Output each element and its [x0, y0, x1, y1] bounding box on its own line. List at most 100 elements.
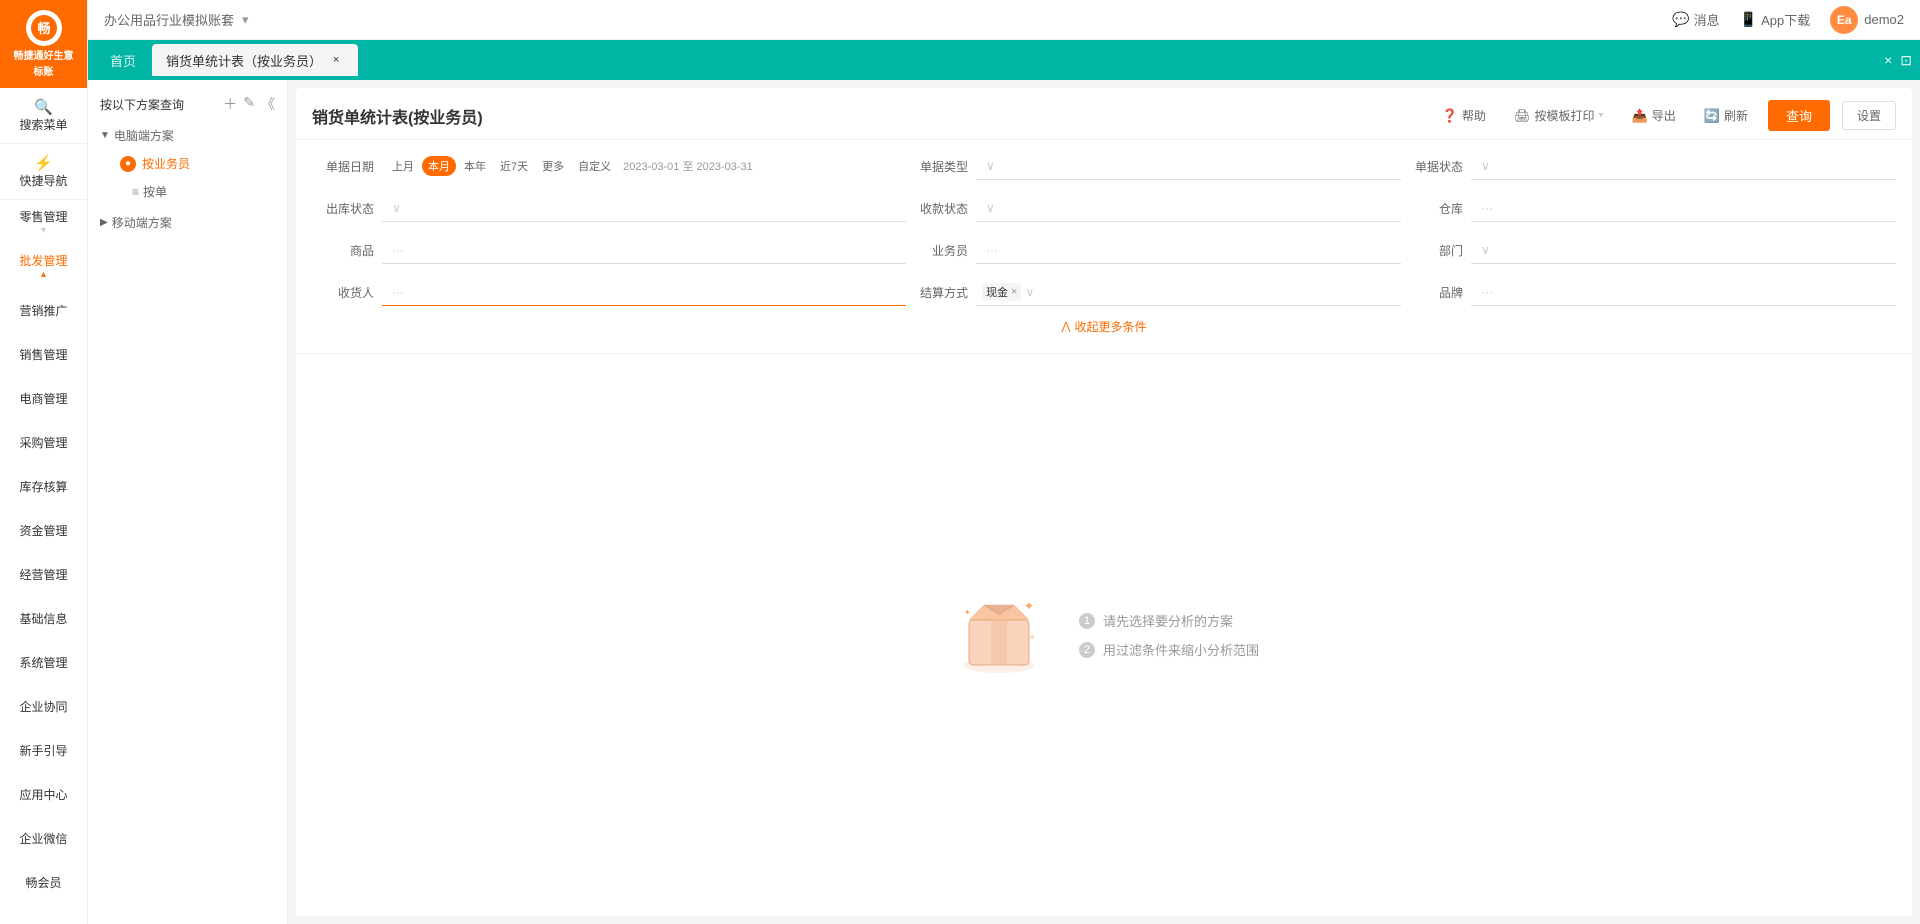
settlement-dropdown-icon[interactable]: ∨ — [1025, 285, 1034, 299]
query-button[interactable]: 查询 — [1768, 100, 1830, 131]
left-panel-title: 按以下方案查询 — [100, 96, 184, 113]
empty-tip-2: 2 用过滤条件来缩小分析范围 — [1079, 640, 1259, 659]
tab-report[interactable]: 销货单统计表（按业务员） × — [152, 44, 358, 76]
export-icon: 📤 — [1632, 108, 1648, 124]
content-area: 按以下方案查询 ＋ ✎ 《 ▼ 电脑端方案 ● 按业务员 ≡ 按 — [88, 80, 1920, 924]
tab-maximize-icon[interactable]: ⊡ — [1900, 52, 1912, 69]
message-label: 消息 — [1694, 10, 1720, 29]
collapse-filters-button[interactable]: ⋀ 收起更多条件 — [312, 312, 1896, 341]
consignee-control[interactable]: ··· — [382, 278, 906, 306]
tree-group-mobile-label[interactable]: ▶ 移动端方案 — [88, 209, 287, 236]
salesperson-label: 业务员 — [906, 242, 976, 259]
print-dropdown-icon: ▾ — [1599, 110, 1604, 121]
sidebar-item-retail[interactable]: 零售管理 ▾ — [0, 200, 87, 244]
date-tab-custom[interactable]: 自定义 — [572, 156, 617, 176]
page-header: 销货单统计表(按业务员) ❓ 帮助 🖨 按模板打印 ▾ 📤 导出 — [296, 88, 1912, 140]
dropdown-icon[interactable]: ▾ — [242, 12, 249, 28]
sidebar-item-appstore[interactable]: 应用中心 — [0, 772, 87, 816]
sidebar-item-ecommerce[interactable]: 电商管理 — [0, 376, 87, 420]
bill-type-dropdown-icon[interactable]: ∨ — [986, 159, 995, 173]
app-download-action[interactable]: 📱 App下载 — [1740, 10, 1811, 29]
sidebar-item-newbie[interactable]: 新手引导 — [0, 728, 87, 772]
goods-control[interactable]: ··· — [382, 236, 906, 264]
date-tab-more[interactable]: 更多 — [536, 156, 570, 176]
date-range: 2023-03-01 至 2023-03-31 — [623, 158, 753, 174]
warehouse-control[interactable]: ··· — [1471, 194, 1896, 222]
add-scheme-icon[interactable]: ＋ — [223, 94, 237, 114]
warehouse-more-icon[interactable]: ··· — [1481, 201, 1493, 215]
sidebar-item-operations[interactable]: 经营管理 — [0, 552, 87, 596]
consignee-more-icon[interactable]: ··· — [392, 285, 404, 299]
salesperson-control[interactable]: ··· — [976, 236, 1401, 264]
date-tab-this-year[interactable]: 本年 — [458, 156, 492, 176]
refresh-button[interactable]: 🔄 刷新 — [1696, 103, 1756, 128]
tab-bar: 首页 销货单统计表（按业务员） × × ⊡ — [88, 40, 1920, 80]
tree-item-by-order[interactable]: ≡ 按单 — [88, 178, 287, 205]
avatar: Ea — [1830, 6, 1858, 34]
department-control[interactable]: ∨ — [1471, 236, 1896, 264]
brand-control[interactable]: ··· — [1471, 278, 1896, 306]
help-button[interactable]: ❓ 帮助 — [1434, 103, 1494, 128]
collapse-panel-icon[interactable]: 《 — [261, 94, 275, 114]
edit-scheme-icon[interactable]: ✎ — [243, 94, 255, 114]
sidebar-item-wholesale[interactable]: 批发管理 ▴ — [0, 244, 87, 288]
department-label: 部门 — [1401, 242, 1471, 259]
refresh-icon: 🔄 — [1704, 108, 1720, 124]
brand-label: 品牌 — [1401, 284, 1471, 301]
bill-type-label: 单据类型 — [906, 158, 976, 175]
tab-home[interactable]: 首页 — [96, 44, 150, 76]
sidebar-item-system[interactable]: 系统管理 — [0, 640, 87, 684]
main-area: 办公用品行业模拟账套 ▾ 💬 消息 📱 App下载 Ea demo2 首页 — [88, 0, 1920, 924]
out-status-control[interactable]: ∨ — [382, 194, 906, 222]
receipt-status-dropdown-icon[interactable]: ∨ — [986, 201, 995, 215]
bill-status-dropdown-icon[interactable]: ∨ — [1481, 159, 1490, 173]
receipt-status-control[interactable]: ∨ — [976, 194, 1401, 222]
sidebar-item-basic[interactable]: 基础信息 — [0, 596, 87, 640]
message-action[interactable]: 💬 消息 — [1672, 10, 1719, 29]
sidebar-item-enterprise[interactable]: 企业协同 — [0, 684, 87, 728]
sidebar-item-member[interactable]: 畅会员 — [0, 860, 87, 904]
sidebar-item-finance[interactable]: 资金管理 — [0, 508, 87, 552]
empty-text: 1 请先选择要分析的方案 2 用过滤条件来缩小分析范围 — [1079, 611, 1259, 659]
sidebar: 畅 畅捷通好生意 标账 🔍 搜索菜单 ⚡ 快捷导航 零售管理 ▾ 批发管理 ▴ … — [0, 0, 88, 924]
app-logo-icon: 畅 — [26, 10, 62, 46]
filter-area: 单据日期 上月 本月 本年 近7天 更多 自定义 2023-03-01 至 20… — [296, 140, 1912, 354]
brand-more-icon[interactable]: ··· — [1481, 285, 1493, 299]
sidebar-item-marketing[interactable]: 营销推广 — [0, 288, 87, 332]
top-header: 办公用品行业模拟账套 ▾ 💬 消息 📱 App下载 Ea demo2 — [88, 0, 1920, 40]
tab-close-window-icon[interactable]: × — [1884, 52, 1892, 68]
sidebar-item-stock[interactable]: 库存核算 — [0, 464, 87, 508]
date-tab-7days[interactable]: 近7天 — [494, 156, 534, 176]
tree-group-desktop-label[interactable]: ▼ 电脑端方案 — [88, 122, 287, 149]
settings-button[interactable]: 设置 — [1842, 101, 1896, 130]
bill-status-control[interactable]: ∨ — [1471, 152, 1896, 180]
tree-arrow-right-icon: ▶ — [100, 217, 108, 228]
sidebar-item-search[interactable]: 🔍 搜索菜单 — [0, 88, 87, 144]
date-tab-last-month[interactable]: 上月 — [386, 156, 420, 176]
date-tab-this-month[interactable]: 本月 — [422, 156, 456, 176]
department-dropdown-icon[interactable]: ∨ — [1481, 243, 1490, 257]
settlement-tag-close[interactable]: × — [1011, 286, 1017, 298]
sidebar-item-sales[interactable]: 销售管理 — [0, 332, 87, 376]
salesperson-more-icon[interactable]: ··· — [986, 243, 998, 257]
goods-more-icon[interactable]: ··· — [392, 243, 404, 257]
out-status-dropdown-icon[interactable]: ∨ — [392, 201, 401, 215]
tab-close-icon[interactable]: × — [328, 52, 344, 68]
receipt-status-label: 收款状态 — [906, 200, 976, 217]
bill-type-control[interactable]: ∨ — [976, 152, 1401, 180]
order-icon: ≡ — [132, 185, 139, 199]
bill-status-label: 单据状态 — [1401, 158, 1471, 175]
tree-item-by-salesperson[interactable]: ● 按业务员 — [88, 149, 287, 178]
sidebar-item-wechat[interactable]: 企业微信 — [0, 816, 87, 860]
export-button[interactable]: 📤 导出 — [1624, 103, 1684, 128]
sidebar-item-shortcut[interactable]: ⚡ 快捷导航 — [0, 144, 87, 200]
settlement-control[interactable]: 现金 × ∨ — [976, 278, 1401, 306]
goods-label: 商品 — [312, 242, 382, 259]
sidebar-item-purchase[interactable]: 采购管理 — [0, 420, 87, 464]
header-left: 办公用品行业模拟账套 ▾ — [104, 10, 249, 29]
logo-text: 畅捷通好生意 — [14, 50, 74, 63]
active-item-dot: ● — [120, 156, 136, 172]
print-button[interactable]: 🖨 按模板打印 ▾ — [1506, 103, 1612, 128]
user-profile[interactable]: Ea demo2 — [1830, 6, 1904, 34]
logo-text2: 标账 — [34, 63, 54, 78]
